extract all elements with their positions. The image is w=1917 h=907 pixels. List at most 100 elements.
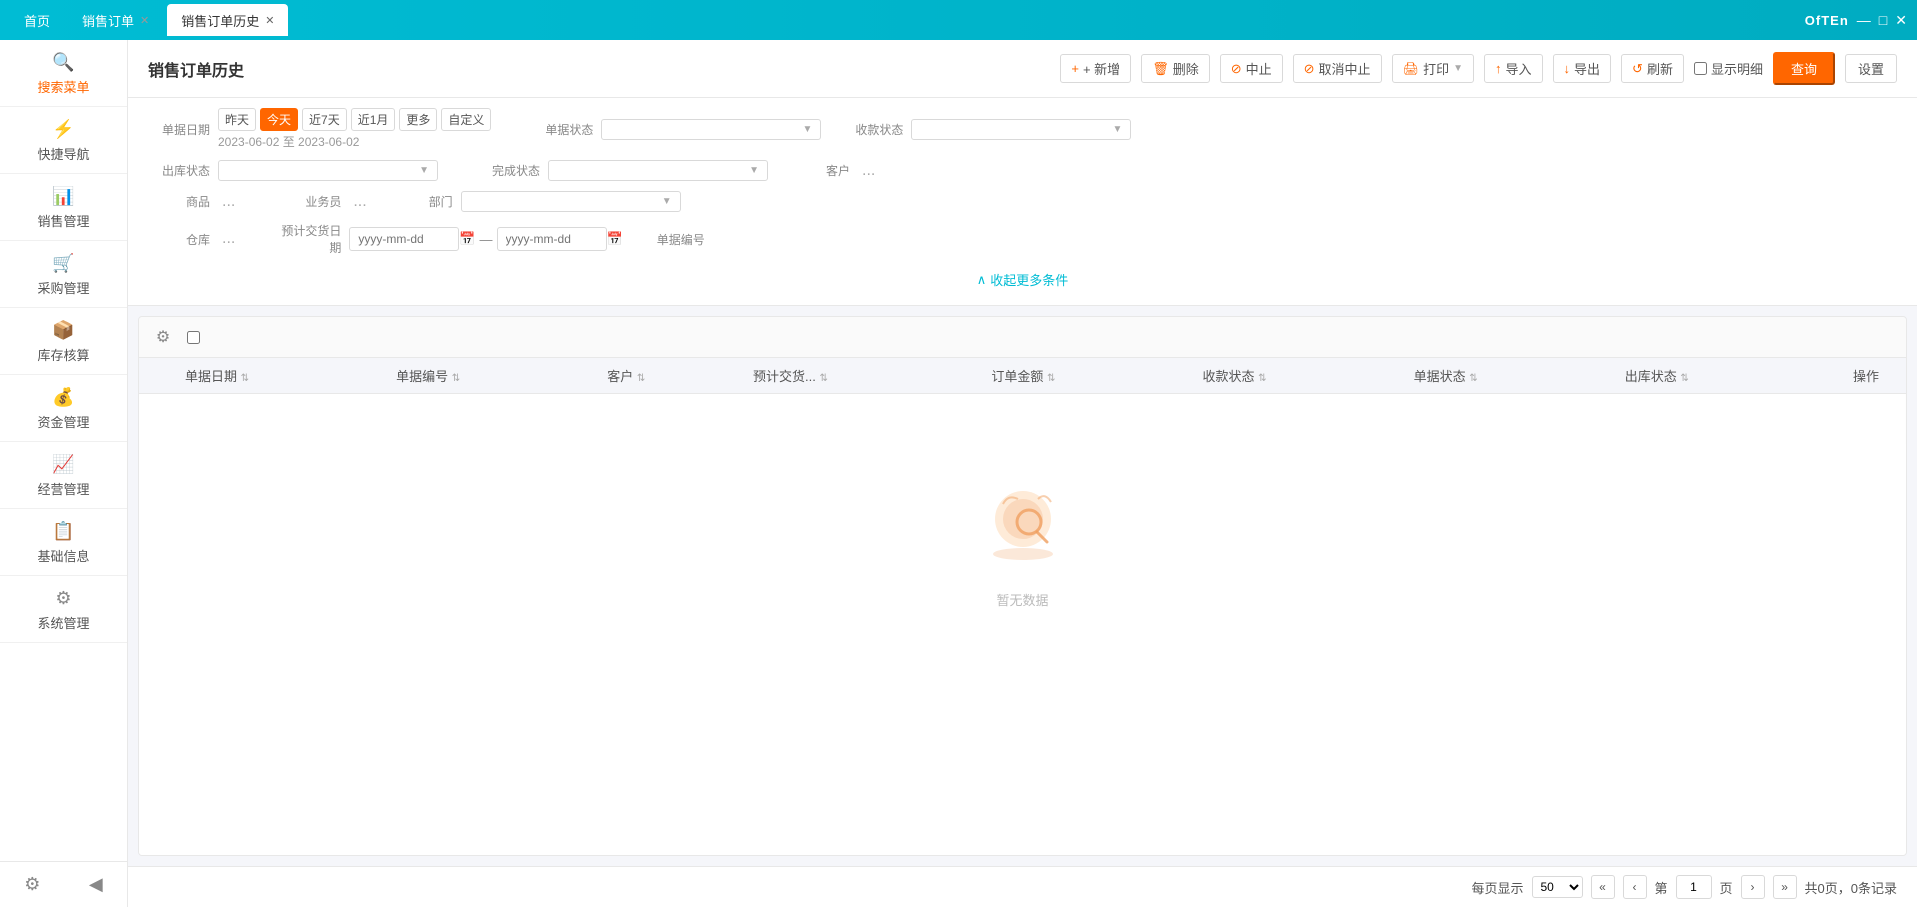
print-button[interactable]: 🖨 打印 ▼ — [1392, 54, 1474, 83]
tab-sales-order-history-close[interactable]: ✕ — [265, 14, 274, 27]
data-table: 单据日期 ⇅ 单据编号 ⇅ 客户 ⇅ — [139, 358, 1906, 394]
warehouse-dots[interactable]: ... — [218, 230, 239, 248]
product-dots[interactable]: ... — [218, 193, 239, 211]
table-toolbar: ⚙ — [139, 317, 1906, 358]
delete-button[interactable]: 🗑 删除 — [1141, 54, 1210, 83]
prev-page-button[interactable]: ‹ — [1623, 875, 1647, 899]
sidebar-item-purchase[interactable]: 🛒 采购管理 — [0, 241, 127, 308]
expected-delivery-label: 预计交货日期 — [279, 222, 349, 256]
col-bill-status[interactable]: 单据状态 ⇅ — [1404, 358, 1615, 394]
query-button[interactable]: 查询 — [1773, 52, 1835, 85]
maximize-button[interactable]: □ — [1879, 12, 1887, 28]
date-btn-1month[interactable]: 近1月 — [351, 108, 396, 131]
expected-delivery-from[interactable] — [349, 227, 459, 251]
date-range-text: 2023-06-02 至 2023-06-02 — [218, 133, 491, 150]
date-btn-more[interactable]: 更多 — [399, 108, 437, 131]
sidebar-collapse-icon[interactable]: ◀ — [89, 874, 103, 895]
collapse-icon: ∧ — [977, 272, 987, 288]
bill-status-label: 单据状态 — [531, 121, 601, 138]
bill-status-select[interactable]: ▼ — [601, 119, 821, 140]
department-label: 部门 — [391, 193, 461, 210]
page-title-bar: 销售订单历史 + + 新增 🗑 删除 ⊘ 中止 ⊘ — [148, 52, 1897, 85]
stop-button[interactable]: ⊘ 中止 — [1220, 54, 1283, 83]
date-btn-7days[interactable]: 近7天 — [302, 108, 347, 131]
col-payment-status[interactable]: 收款状态 ⇅ — [1193, 358, 1404, 394]
col-delivery-status[interactable]: 出库状态 ⇅ — [1615, 358, 1826, 394]
collapse-row[interactable]: ∧ 收起更多条件 — [148, 266, 1897, 295]
table-settings-icon[interactable]: ⚙ — [149, 323, 177, 351]
export-button[interactable]: ↓ 导出 — [1553, 54, 1612, 83]
sidebar-item-search-menu[interactable]: 🔍 搜索菜单 — [0, 40, 127, 107]
inventory-icon: 📦 — [52, 320, 74, 341]
complete-status-select[interactable]: ▼ — [548, 160, 768, 181]
empty-illustration — [973, 474, 1073, 574]
col-bill-no[interactable]: 单据编号 ⇅ — [386, 358, 597, 394]
new-button[interactable]: + + 新增 — [1060, 54, 1131, 83]
calendar-to-icon[interactable]: 📅 — [607, 231, 623, 247]
payment-status-select[interactable]: ▼ — [911, 119, 1131, 140]
per-page-select[interactable]: 50 20 100 — [1532, 876, 1583, 898]
table-wrap: 单据日期 ⇅ 单据编号 ⇅ 客户 ⇅ — [139, 358, 1906, 856]
first-page-button[interactable]: « — [1591, 875, 1615, 899]
date-btn-today[interactable]: 今天 — [260, 108, 298, 131]
settings-button[interactable]: 设置 — [1845, 54, 1897, 83]
date-quick-buttons: 昨天 今天 近7天 近1月 更多 自定义 — [218, 108, 491, 131]
tab-sales-order-close[interactable]: ✕ — [140, 14, 149, 27]
purchase-icon: 🛒 — [52, 253, 74, 274]
delete-icon: 🗑 — [1152, 61, 1169, 77]
delivery-status-select[interactable]: ▼ — [218, 160, 438, 181]
print-dropdown-icon: ▼ — [1453, 63, 1463, 74]
next-page-button[interactable]: › — [1741, 875, 1765, 899]
customer-dots[interactable]: ... — [858, 162, 879, 180]
col-date[interactable]: 单据日期 ⇅ — [175, 358, 386, 394]
calendar-from-icon[interactable]: 📅 — [459, 231, 475, 247]
current-page-input[interactable] — [1676, 875, 1712, 899]
col-expected-delivery[interactable]: 预计交货... ⇅ — [743, 358, 981, 394]
cancel-stop-button[interactable]: ⊘ 取消中止 — [1293, 54, 1382, 83]
customer-label: 客户 — [788, 162, 858, 179]
sidebar-item-label-inventory: 库存核算 — [37, 345, 89, 364]
sidebar-settings-icon[interactable]: ⚙ — [24, 874, 40, 895]
salesperson-dots[interactable]: ... — [349, 193, 370, 211]
refresh-button[interactable]: ↺ 刷新 — [1621, 54, 1684, 83]
select-all-checkbox[interactable] — [187, 331, 200, 344]
content: 销售订单历史 + + 新增 🗑 删除 ⊘ 中止 ⊘ — [128, 40, 1917, 907]
date-btn-yesterday[interactable]: 昨天 — [218, 108, 256, 131]
department-select[interactable]: ▼ — [461, 191, 681, 212]
tab-sales-order-history[interactable]: 销售订单历史 ✕ — [167, 4, 288, 36]
sidebar-item-sales[interactable]: 📊 销售管理 — [0, 174, 127, 241]
col-action: 操作 — [1826, 358, 1906, 394]
search-menu-icon: 🔍 — [52, 52, 74, 73]
display-detail-input[interactable] — [1694, 62, 1707, 75]
tab-sales-order[interactable]: 销售订单 ✕ — [68, 4, 163, 36]
col-bill-status-sort: ⇅ — [1469, 373, 1477, 384]
sidebar-item-inventory[interactable]: 📦 库存核算 — [0, 308, 127, 375]
sidebar-item-quick-nav[interactable]: ⚡ 快捷导航 — [0, 107, 127, 174]
print-icon: 🖨 — [1403, 61, 1420, 77]
product-label: 商品 — [148, 193, 218, 210]
sidebar-item-finance[interactable]: 💰 资金管理 — [0, 375, 127, 442]
minimize-button[interactable]: — — [1857, 12, 1871, 28]
col-date-sort: ⇅ — [241, 373, 249, 384]
last-page-button[interactable]: » — [1773, 875, 1797, 899]
sidebar-item-operations[interactable]: 📈 经营管理 — [0, 442, 127, 509]
sidebar-item-basic-info[interactable]: 📋 基础信息 — [0, 509, 127, 576]
export-icon: ↓ — [1564, 61, 1571, 76]
filter-area: 单据日期 昨天 今天 近7天 近1月 更多 自定义 2023-06-02 至 2… — [128, 98, 1917, 306]
expected-delivery-to[interactable] — [497, 227, 607, 251]
sidebar-item-label-operations: 经营管理 — [37, 479, 89, 498]
collapse-label: 收起更多条件 — [990, 270, 1068, 289]
sidebar-item-sys-admin[interactable]: ⚙ 系统管理 — [0, 576, 127, 643]
operations-icon: 📈 — [52, 454, 74, 475]
sidebar-item-label-sys-admin: 系统管理 — [37, 613, 89, 632]
table-area: ⚙ 单据日期 ⇅ 单据编号 ⇅ — [138, 316, 1907, 856]
import-button[interactable]: ↑ 导入 — [1484, 54, 1543, 83]
close-button[interactable]: ✕ — [1895, 12, 1907, 29]
tab-home[interactable]: 首页 — [10, 4, 64, 36]
display-detail-checkbox[interactable]: 显示明细 — [1694, 59, 1763, 78]
col-order-amount[interactable]: 订单金额 ⇅ — [981, 358, 1192, 394]
col-customer[interactable]: 客户 ⇅ — [597, 358, 743, 394]
date-btn-custom[interactable]: 自定义 — [441, 108, 491, 131]
delivery-status-caret: ▼ — [419, 165, 429, 176]
date-label: 单据日期 — [148, 121, 218, 138]
